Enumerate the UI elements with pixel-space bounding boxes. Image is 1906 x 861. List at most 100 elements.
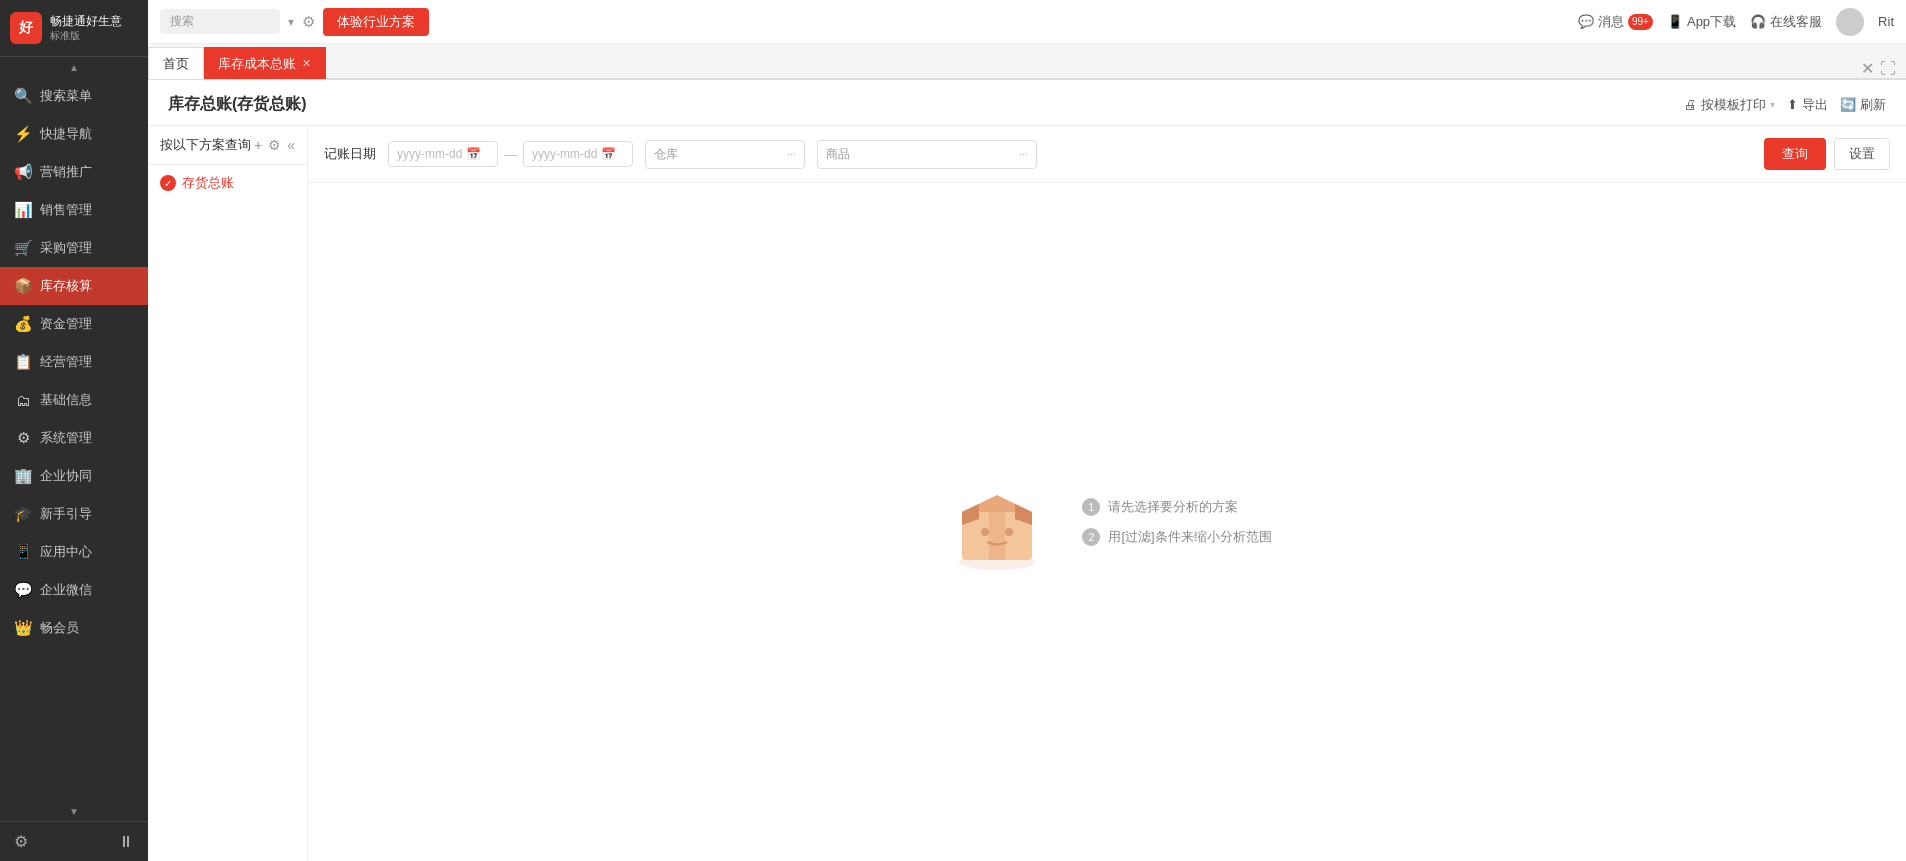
- scheme-collapse-icon[interactable]: «: [287, 137, 295, 153]
- topbar-gear-icon[interactable]: ⚙: [302, 13, 315, 31]
- topbar: 搜索 ▾ ⚙ 体验行业方案 💬 消息 99+ 📱 App下载 🎧 在线客服 Ri…: [148, 0, 1906, 44]
- sidebar-icon-newbie: 🎓: [14, 505, 32, 523]
- sidebar-item-search[interactable]: 🔍 搜索菜单: [0, 77, 148, 115]
- tab-inventory-label: 库存成本总账: [218, 55, 296, 73]
- main-right: 记账日期 yyyy-mm-dd 📅 — yyyy-mm-dd 📅 仓库 ···: [308, 126, 1906, 861]
- empty-tip-1: 1 请先选择要分析的方案: [1082, 498, 1271, 516]
- sidebar-label-search: 搜索菜单: [40, 87, 92, 105]
- user-avatar[interactable]: [1836, 8, 1864, 36]
- scheme-add-icon[interactable]: +: [254, 137, 262, 153]
- sidebar-item-wechat[interactable]: 💬 企业微信: [0, 571, 148, 609]
- settings-icon[interactable]: ⚙: [14, 832, 28, 851]
- filter-actions: 查询 设置: [1764, 138, 1890, 170]
- logo-icon: 好: [10, 12, 42, 44]
- sidebar-icon-sales: 📊: [14, 201, 32, 219]
- sidebar-item-marketing[interactable]: 📢 营销推广: [0, 153, 148, 191]
- product-more-icon[interactable]: ···: [1019, 148, 1028, 160]
- sidebar-label-basic: 基础信息: [40, 391, 92, 409]
- scheme-panel-header: 按以下方案查询 + ⚙ «: [148, 126, 307, 165]
- sidebar-item-management[interactable]: 📋 经营管理: [0, 343, 148, 381]
- date-end-input[interactable]: yyyy-mm-dd 📅: [523, 141, 633, 167]
- sidebar-icon-purchase: 🛒: [14, 239, 32, 257]
- industry-btn[interactable]: 体验行业方案: [323, 8, 429, 36]
- product-select[interactable]: 商品 ···: [817, 140, 1037, 169]
- scheme-manage-icon[interactable]: ⚙: [268, 137, 281, 153]
- svg-point-6: [981, 528, 989, 536]
- message-icon: 💬: [1578, 14, 1594, 29]
- sidebar-item-apps[interactable]: 📱 应用中心: [0, 533, 148, 571]
- scheme-item-inventory[interactable]: ✓ 存货总账: [148, 165, 307, 201]
- message-badge: 99+: [1628, 14, 1653, 30]
- panel-expand-icon[interactable]: ⛶: [1880, 60, 1896, 78]
- date-start-placeholder: yyyy-mm-dd: [397, 147, 462, 161]
- sidebar-item-vip[interactable]: 👑 畅会员: [0, 609, 148, 647]
- settings-button[interactable]: 设置: [1834, 138, 1890, 170]
- warehouse-label: 仓库: [654, 146, 678, 163]
- sidebar-item-inventory[interactable]: 📦 库存核算: [0, 267, 148, 305]
- date-start-input[interactable]: yyyy-mm-dd 📅: [388, 141, 498, 167]
- sidebar-label-finance: 资金管理: [40, 315, 92, 333]
- print-dropdown-icon[interactable]: ▾: [1770, 99, 1775, 110]
- print-label: 按模板打印: [1701, 96, 1766, 114]
- message-item[interactable]: 💬 消息 99+: [1578, 13, 1653, 31]
- sidebar-logo: 好 畅捷通好生意 标准版: [0, 0, 148, 57]
- print-icon: 🖨: [1684, 97, 1697, 112]
- topbar-left: 搜索 ▾ ⚙ 体验行业方案: [160, 8, 429, 36]
- app-download-item[interactable]: 📱 App下载: [1667, 13, 1736, 31]
- tab-close-icon[interactable]: ✕: [302, 57, 311, 70]
- export-label: 导出: [1802, 96, 1828, 114]
- app-download-label: App下载: [1687, 13, 1736, 31]
- sidebar-item-sales[interactable]: 📊 销售管理: [0, 191, 148, 229]
- sidebar-item-finance[interactable]: 💰 资金管理: [0, 305, 148, 343]
- sidebar-scroll-up[interactable]: ▲: [0, 57, 148, 77]
- refresh-btn[interactable]: 🔄 刷新: [1840, 96, 1886, 114]
- tab-inventory-ledger[interactable]: 库存成本总账 ✕: [204, 47, 326, 79]
- calendar-end-icon[interactable]: 📅: [601, 147, 616, 161]
- refresh-label: 刷新: [1860, 96, 1886, 114]
- sidebar-item-newbie[interactable]: 🎓 新手引导: [0, 495, 148, 533]
- logo-text: 畅捷通好生意 标准版: [50, 14, 122, 43]
- panel-close-x-btn[interactable]: ✕: [1861, 59, 1874, 78]
- content-area: 按以下方案查询 + ⚙ « ✓ 存货总账 记账日期 yyyy-mm-dd: [148, 126, 1906, 861]
- online-service-item[interactable]: 🎧 在线客服: [1750, 13, 1822, 31]
- refresh-icon: 🔄: [1840, 97, 1856, 112]
- empty-illustration: [942, 467, 1052, 577]
- scheme-item-icon: ✓: [160, 175, 176, 191]
- sidebar-label-management: 经营管理: [40, 353, 92, 371]
- filter-dash: —: [504, 147, 517, 162]
- tip-text-2: 用[过滤]条件来缩小分析范围: [1108, 528, 1271, 546]
- search-text: 搜索: [170, 14, 194, 28]
- warehouse-more-icon[interactable]: ···: [787, 148, 796, 160]
- sidebar-item-enterprise[interactable]: 🏢 企业协同: [0, 457, 148, 495]
- sidebar-item-purchase[interactable]: 🛒 采购管理: [0, 229, 148, 267]
- sidebar-label-shortcut: 快捷导航: [40, 125, 92, 143]
- app-version: 标准版: [50, 29, 122, 42]
- sidebar-item-system[interactable]: ⚙ 系统管理: [0, 419, 148, 457]
- sidebar-icon-system: ⚙: [14, 429, 32, 447]
- topbar-right: 💬 消息 99+ 📱 App下载 🎧 在线客服 Rit: [1578, 8, 1894, 36]
- sidebar-icon-marketing: 📢: [14, 163, 32, 181]
- print-btn[interactable]: 🖨 按模板打印 ▾: [1684, 96, 1775, 114]
- sidebar-label-purchase: 采购管理: [40, 239, 92, 257]
- tab-home-label: 首页: [163, 55, 189, 73]
- sidebar-label-apps: 应用中心: [40, 543, 92, 561]
- query-button[interactable]: 查询: [1764, 138, 1826, 170]
- warehouse-select[interactable]: 仓库 ···: [645, 140, 805, 169]
- online-service-label: 在线客服: [1770, 13, 1822, 31]
- dropdown-icon[interactable]: ▾: [288, 15, 294, 29]
- empty-tips: 1 请先选择要分析的方案 2 用[过滤]条件来缩小分析范围: [1082, 498, 1271, 546]
- tab-home[interactable]: 首页: [148, 47, 204, 79]
- collapse-icon[interactable]: ⏸: [118, 833, 134, 851]
- sidebar-icon-apps: 📱: [14, 543, 32, 561]
- sidebar-item-basic[interactable]: 🗂 基础信息: [0, 381, 148, 419]
- sidebar-item-shortcut[interactable]: ⚡ 快捷导航: [0, 115, 148, 153]
- sidebar-nav: 🔍 搜索菜单 ⚡ 快捷导航 📢 营销推广 📊 销售管理 🛒 采购管理 📦 库存核…: [0, 77, 148, 801]
- svg-rect-5: [989, 512, 1005, 560]
- sidebar-icon-vip: 👑: [14, 619, 32, 637]
- message-label: 消息: [1598, 13, 1624, 31]
- sidebar-scroll-down[interactable]: ▼: [0, 801, 148, 821]
- sidebar-icon-wechat: 💬: [14, 581, 32, 599]
- calendar-start-icon[interactable]: 📅: [466, 147, 481, 161]
- export-btn[interactable]: ⬆ 导出: [1787, 96, 1828, 114]
- scheme-panel-icons: + ⚙ «: [254, 137, 295, 153]
